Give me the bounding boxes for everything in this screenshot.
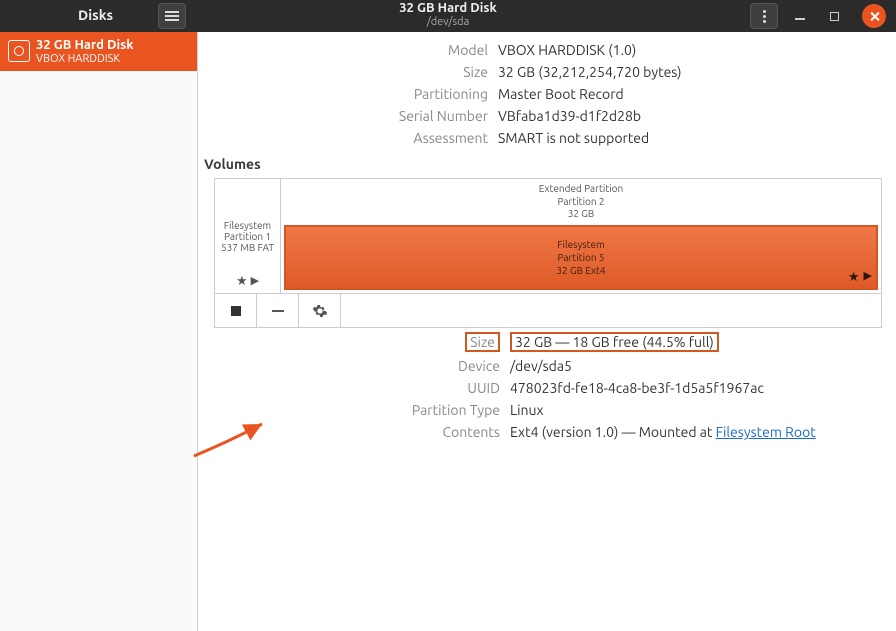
extended-partition-group: Extended Partition Partition 2 32 GB Fil… [281,179,881,293]
maximize-button[interactable] [822,4,846,28]
gear-icon [312,303,328,319]
filesystem-root-link[interactable]: Filesystem Root [716,424,816,440]
close-button[interactable] [862,4,886,28]
p1-icons: ★ ▶ [236,274,259,289]
partition-2[interactable]: Extended Partition Partition 2 32 GB [281,179,881,225]
minimize-button[interactable] [788,4,812,28]
p5-line3: 32 GB Ext4 [556,264,605,277]
value-contents: Ext4 (version 1.0) — Mounted at Filesyst… [510,424,882,440]
drive-menu-button[interactable] [750,3,778,29]
maximize-icon [830,12,839,21]
window-title-group: 32 GB Hard Disk /dev/sda [399,1,497,29]
p2-line2: Partition 2 [281,196,881,209]
value-serial: VBfaba1d39-d1f2d28b [498,108,882,124]
value-vol-size: 32 GB — 18 GB free (44.5% full) [510,332,882,352]
harddisk-icon [8,40,30,62]
label-size: Size [198,64,498,80]
label-model: Model [198,42,498,58]
volume-detail-grid: Size 32 GB — 18 GB free (44.5% full) Dev… [198,332,882,440]
label-contents: Contents [198,424,510,440]
p5-line2: Partition 5 [557,251,604,264]
value-model: VBOX HARDDISK (1.0) [498,42,882,58]
star-icon[interactable]: ★ [236,274,248,289]
volumes-diagram: Filesystem Partition 1 537 MB FAT ★ ▶ Ex… [214,178,882,294]
value-size: 32 GB (32,212,254,720 bytes) [498,64,882,80]
close-icon [869,11,880,22]
minus-icon [272,310,284,312]
unmount-button[interactable] [215,294,257,327]
kebab-icon [763,10,766,23]
p1-line1: Filesystem [224,220,271,231]
partition-5-selected[interactable]: Filesystem Partition 5 32 GB Ext4 ★ ▶ [284,225,878,291]
p2-line3: 32 GB [281,208,881,221]
window-subtitle: /dev/sda [399,16,497,29]
stop-icon [231,306,241,316]
titlebar: Disks 32 GB Hard Disk /dev/sda [0,0,896,32]
value-ptype: Linux [510,402,882,418]
sidebar-disk-name: 32 GB Hard Disk [36,38,134,53]
volume-options-button[interactable] [299,294,341,327]
window-title: 32 GB Hard Disk [399,1,497,16]
size-highlight-value: 32 GB — 18 GB free (44.5% full) [510,332,719,352]
p1-line3: 537 MB FAT [221,242,274,253]
label-uuid: UUID [198,380,510,396]
play-icon[interactable]: ▶ [864,269,872,286]
label-serial: Serial Number [198,108,498,124]
hamburger-icon [165,11,179,21]
sidebar: 32 GB Hard Disk VBOX HARDDISK [0,32,198,631]
star-icon[interactable]: ★ [848,269,860,286]
value-uuid: 478023fd-fe18-4ca8-be3f-1d5a5f1967ac [510,380,882,396]
body-area: 32 GB Hard Disk VBOX HARDDISK Model VBOX… [0,32,896,631]
value-device: /dev/sda5 [510,358,882,374]
partition-1[interactable]: Filesystem Partition 1 537 MB FAT ★ ▶ [215,179,281,293]
size-highlight-label: Size [465,332,500,352]
label-device: Device [198,358,510,374]
contents-text: Ext4 (version 1.0) — Mounted at [510,424,716,440]
label-partitioning: Partitioning [198,86,498,102]
minimize-icon [795,18,805,20]
sidebar-disk-labels: 32 GB Hard Disk VBOX HARDDISK [36,38,134,65]
app-name: Disks [78,7,113,23]
p1-line2: Partition 1 [224,231,271,242]
app-window: Disks 32 GB Hard Disk /dev/sda 32 GB Har… [0,0,896,631]
sidebar-disk-item[interactable]: 32 GB Hard Disk VBOX HARDDISK [0,32,197,71]
label-ptype: Partition Type [198,402,510,418]
label-vol-size: Size [198,332,510,352]
p5-icons: ★ ▶ [848,269,872,286]
delete-partition-button[interactable] [257,294,299,327]
play-icon[interactable]: ▶ [251,274,259,289]
value-assessment: SMART is not supported [498,130,882,146]
sidebar-disk-sub: VBOX HARDDISK [36,53,134,65]
label-assessment: Assessment [198,130,498,146]
app-menu-button[interactable] [158,3,186,29]
volume-actions-bar [214,294,882,328]
disk-info-grid: Model VBOX HARDDISK (1.0) Size 32 GB (32… [198,42,882,146]
value-partitioning: Master Boot Record [498,86,882,102]
p5-line1: Filesystem [557,238,604,251]
volumes-heading: Volumes [204,156,882,172]
main-panel: Model VBOX HARDDISK (1.0) Size 32 GB (32… [198,32,896,631]
p2-line1: Extended Partition [281,183,881,196]
